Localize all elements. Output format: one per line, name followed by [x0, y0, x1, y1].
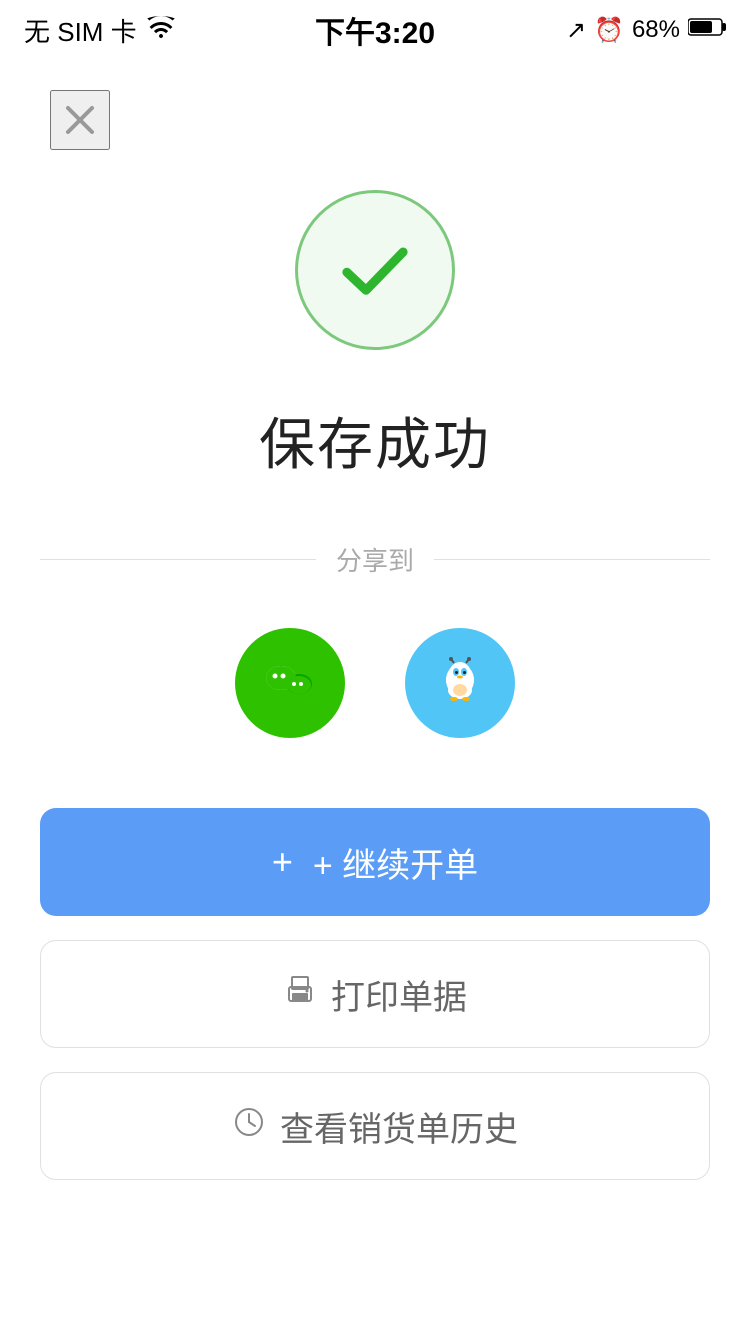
continue-button[interactable]: + + 继续开单: [40, 808, 710, 916]
share-section-header: 分享到: [40, 541, 710, 578]
action-buttons: + + 继续开单 打印单据: [40, 808, 710, 1180]
status-time: 下午3:20: [315, 8, 435, 52]
wechat-share-button[interactable]: [235, 628, 345, 738]
divider-right: [434, 559, 710, 560]
battery-text: 68%: [632, 16, 680, 44]
history-button[interactable]: 查看销货单历史: [40, 1072, 710, 1180]
success-circle: [295, 190, 455, 350]
share-icons-container: [235, 628, 515, 738]
continue-label: + 继续开单: [313, 838, 478, 887]
plus-icon: +: [272, 841, 293, 883]
qq-share-button[interactable]: [405, 628, 515, 738]
success-title: 保存成功: [259, 400, 491, 481]
wechat-icon: [259, 652, 321, 714]
checkmark-icon: [330, 225, 420, 315]
main-content: 保存成功 分享到: [0, 60, 750, 1334]
location-icon: ↗: [566, 16, 586, 45]
print-button[interactable]: 打印单据: [40, 940, 710, 1048]
close-button[interactable]: [50, 90, 110, 150]
close-icon: [60, 100, 100, 140]
battery-bar-icon: [688, 16, 726, 44]
status-left: 无 SIM 卡: [24, 12, 175, 49]
share-label: 分享到: [336, 541, 414, 578]
wifi-icon: [147, 16, 175, 45]
alarm-icon: ⏰: [594, 16, 624, 45]
print-label: 打印单据: [331, 970, 467, 1019]
status-right: ↗ ⏰ 68%: [566, 16, 726, 45]
history-label: 查看销货单历史: [280, 1102, 518, 1151]
qq-icon: [429, 652, 491, 714]
carrier-text: 无 SIM 卡: [24, 12, 137, 49]
clock-icon: [232, 1105, 266, 1148]
printer-icon: [283, 973, 317, 1016]
status-bar: 无 SIM 卡 下午3:20 ↗ ⏰ 68%: [0, 0, 750, 60]
divider-left: [40, 559, 316, 560]
